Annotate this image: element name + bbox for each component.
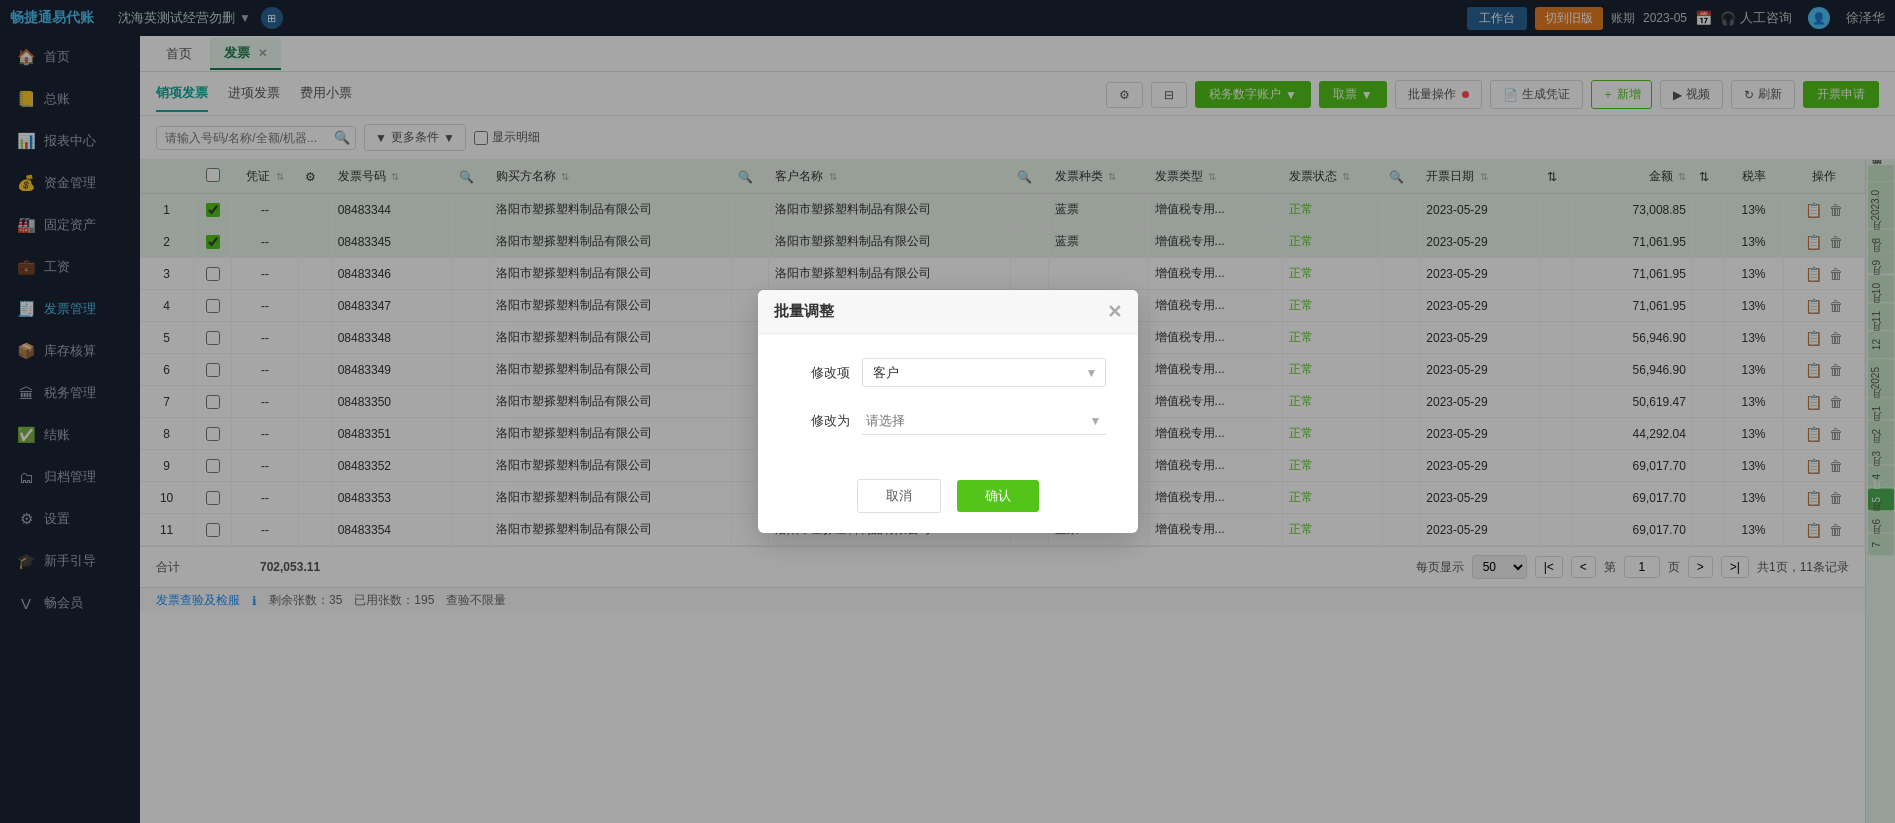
dialog-title: 批量调整: [774, 302, 834, 321]
batch-adjust-dialog: 批量调整 ✕ 修改项 客户 ▼ 修改为 ▼ 取: [758, 290, 1138, 533]
dialog-input-wrap[interactable]: ▼: [862, 407, 1106, 435]
confirm-btn[interactable]: 确认: [957, 480, 1039, 512]
dialog-select-wrap-1[interactable]: 客户 ▼: [862, 358, 1106, 387]
dialog-field-1: 修改项 客户 ▼: [790, 358, 1106, 387]
dialog-close-btn[interactable]: ✕: [1107, 303, 1122, 321]
dialog-input-2[interactable]: [862, 407, 1106, 435]
dialog-footer: 取消 确认: [758, 471, 1138, 533]
dialog-body: 修改项 客户 ▼ 修改为 ▼: [758, 334, 1138, 471]
dialog-header: 批量调整 ✕: [758, 290, 1138, 334]
cancel-btn[interactable]: 取消: [857, 479, 941, 513]
dialog-select-1[interactable]: 客户: [862, 358, 1106, 387]
dialog-label-1: 修改项: [790, 364, 850, 382]
dialog-label-2: 修改为: [790, 412, 850, 430]
dialog-overlay[interactable]: 批量调整 ✕ 修改项 客户 ▼ 修改为 ▼ 取: [0, 0, 1895, 823]
chevron-down-icon: ▼: [1090, 414, 1102, 428]
dialog-field-2: 修改为 ▼: [790, 407, 1106, 435]
